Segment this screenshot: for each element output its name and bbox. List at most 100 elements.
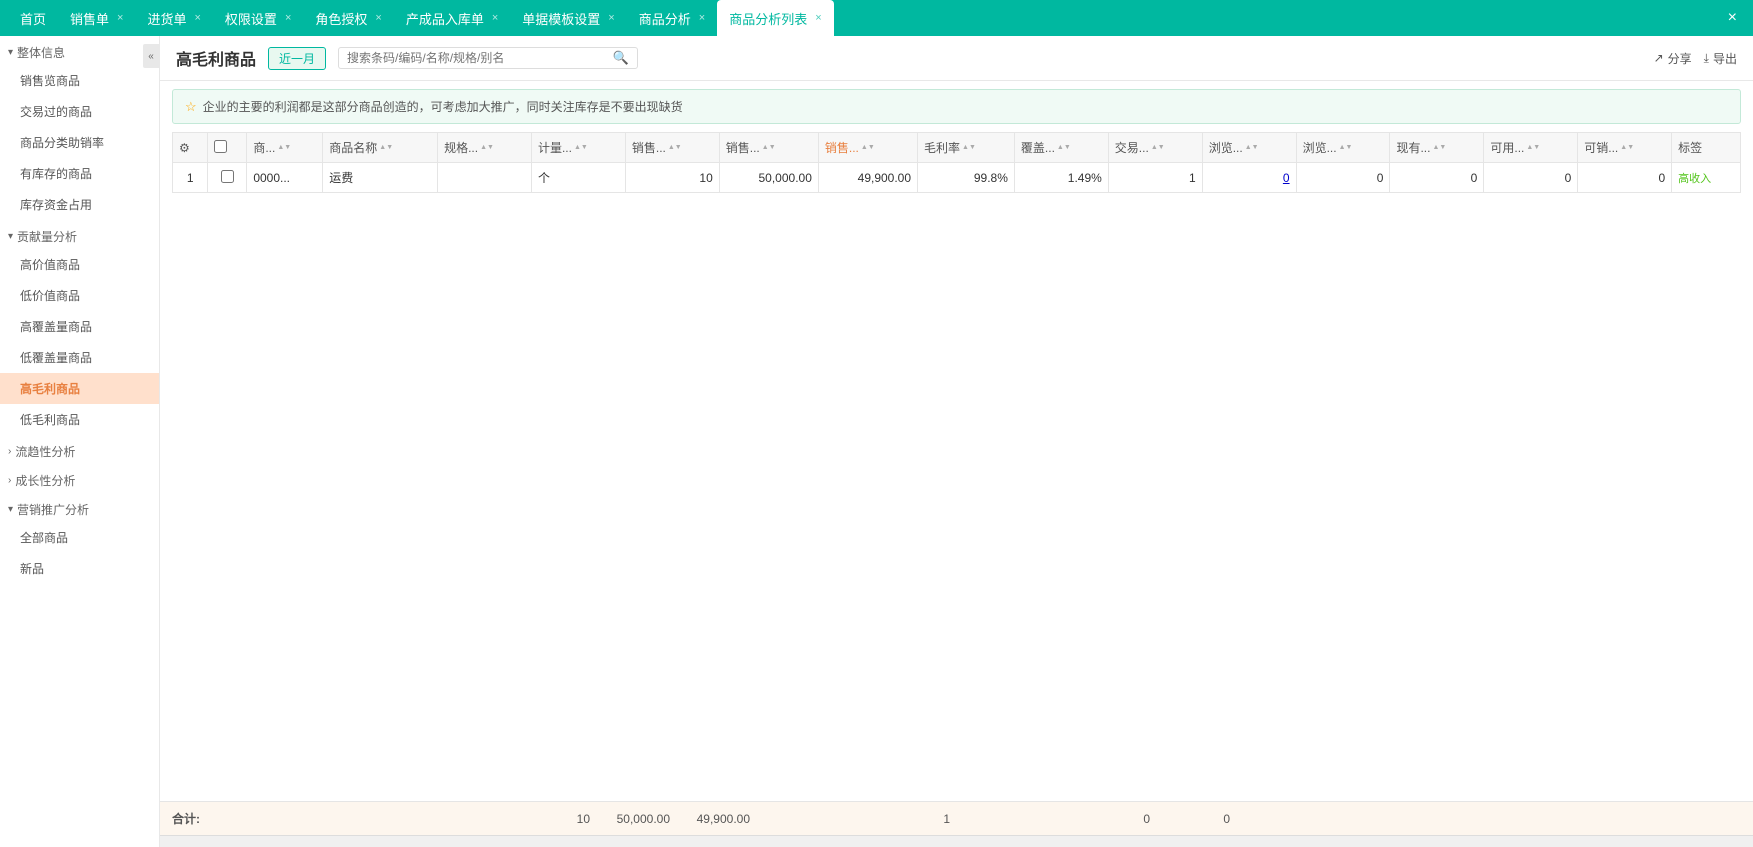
sidebar-item-sales-overview[interactable]: 销售览商品 [0, 65, 159, 96]
sidebar-group-trend[interactable]: › 流趋性分析 [0, 435, 159, 464]
sidebar-collapse-button[interactable]: « [143, 44, 159, 68]
nav-product-inbound[interactable]: 产成品入库单 × [394, 0, 510, 36]
sidebar-item-low-value[interactable]: 低价值商品 [0, 280, 159, 311]
cell-browse2: 0 [1296, 163, 1390, 193]
page-title: 高毛利商品 [176, 46, 256, 70]
close-product-analysis-list[interactable]: × [815, 12, 821, 24]
export-icon: ⤓ [1704, 51, 1709, 66]
footer-sales-cost: 49,900.00 [680, 812, 760, 826]
sidebar-item-high-margin[interactable]: 高毛利商品 [0, 373, 159, 404]
footer-browse1 [960, 812, 1020, 826]
group-arrow-trend: › [8, 446, 11, 457]
nav-product-analysis-list[interactable]: 商品分析列表 × [717, 0, 833, 36]
col-sales-qty[interactable]: 销售...▲▼ [625, 133, 719, 163]
search-box: 🔍 [338, 47, 638, 69]
footer-gross-margin [760, 812, 820, 826]
cell-code: 0000... [247, 163, 323, 193]
cell-sales-cost: 49,900.00 [818, 163, 917, 193]
sidebar-group-marketing[interactable]: ▾ 营销推广分析 [0, 493, 159, 522]
sidebar-item-low-coverage[interactable]: 低覆盖量商品 [0, 342, 159, 373]
col-spec[interactable]: 规格...▲▼ [438, 133, 532, 163]
cell-browse1[interactable]: 0 [1202, 163, 1296, 193]
col-transaction[interactable]: 交易...▲▼ [1108, 133, 1202, 163]
search-input[interactable] [347, 51, 609, 65]
sidebar-group-growth[interactable]: › 成长性分析 [0, 464, 159, 493]
nav-home[interactable]: 首页 [8, 0, 58, 36]
col-sales-amount[interactable]: 销售...▲▼ [719, 133, 818, 163]
cell-no: 1 [173, 163, 208, 193]
footer-transaction: 1 [880, 812, 960, 826]
col-tag[interactable]: 标签 [1672, 133, 1741, 163]
col-available[interactable]: 可用...▲▼ [1484, 133, 1578, 163]
sidebar-item-low-margin[interactable]: 低毛利商品 [0, 404, 159, 435]
horizontal-scrollbar[interactable] [160, 835, 1753, 847]
nav-sales-order[interactable]: 销售单 × [58, 0, 135, 36]
close-sales-order[interactable]: × [117, 12, 123, 24]
cell-sales-qty: 10 [625, 163, 719, 193]
cell-checkbox[interactable] [208, 163, 247, 193]
nav-right-area: × [1720, 9, 1745, 27]
col-gross-margin[interactable]: 毛利率▲▼ [918, 133, 1015, 163]
info-icon: ☆ [185, 99, 197, 115]
filter-recent-month-button[interactable]: 近一月 [268, 47, 326, 70]
cell-coverage: 1.49% [1014, 163, 1108, 193]
sidebar-item-traded-goods[interactable]: 交易过的商品 [0, 96, 159, 127]
footer-sales-qty [220, 812, 520, 826]
row-checkbox[interactable] [221, 170, 234, 183]
col-browse1[interactable]: 浏览...▲▼ [1202, 133, 1296, 163]
select-all-checkbox[interactable] [214, 140, 227, 153]
data-table: ⚙ 商...▲▼ 商品名称▲▼ 规格...▲▼ 计量...▲▼ 销售...▲▼ … [172, 132, 1741, 193]
info-bar: ☆ 企业的主要的利润都是这部分商品创造的，可考虑加大推广，同时关注库存是不要出现… [172, 89, 1741, 124]
table-footer: 合计: 10 50,000.00 49,900.00 1 0 0 [160, 801, 1753, 835]
nav-roles[interactable]: 角色授权 × [303, 0, 393, 36]
col-coverage[interactable]: 覆盖...▲▼ [1014, 133, 1108, 163]
content-header: 高毛利商品 近一月 🔍 ↗ 分享 ⤓ 导出 [160, 36, 1753, 81]
share-button[interactable]: ↗ 分享 [1654, 50, 1692, 67]
nav-permissions[interactable]: 权限设置 × [213, 0, 303, 36]
export-button[interactable]: ⤓ 导出 [1704, 50, 1737, 67]
footer-sales-qty-value: 10 [520, 812, 600, 826]
cell-gross-margin: 99.8% [918, 163, 1015, 193]
footer-available: 0 [1160, 812, 1240, 826]
header-right: ↗ 分享 ⤓ 导出 [1654, 50, 1737, 67]
sidebar-item-high-coverage[interactable]: 高覆盖量商品 [0, 311, 159, 342]
col-checkbox[interactable] [208, 133, 247, 163]
col-browse2[interactable]: 浏览...▲▼ [1296, 133, 1390, 163]
search-icon[interactable]: 🔍 [613, 50, 629, 66]
sidebar-group-contribution[interactable]: ▾ 贡献量分析 [0, 220, 159, 249]
sidebar-item-category-rate[interactable]: 商品分类助销率 [0, 127, 159, 158]
close-product-inbound[interactable]: × [492, 12, 498, 24]
nav-purchase-order[interactable]: 进货单 × [135, 0, 212, 36]
close-roles[interactable]: × [375, 12, 381, 24]
sidebar-group-overall[interactable]: ▾ 整体信息 [0, 36, 159, 65]
group-arrow-growth: › [8, 475, 11, 486]
col-saleable[interactable]: 可销...▲▼ [1578, 133, 1672, 163]
close-purchase-order[interactable]: × [194, 12, 200, 24]
close-permissions[interactable]: × [285, 12, 291, 24]
top-navigation: 首页 销售单 × 进货单 × 权限设置 × 角色授权 × 产成品入库单 × 单据… [0, 0, 1753, 36]
col-name[interactable]: 商品名称▲▼ [323, 133, 438, 163]
cell-tag: 高收入 [1672, 163, 1741, 193]
sidebar-item-stock-capital[interactable]: 库存资金占用 [0, 189, 159, 220]
close-template-settings[interactable]: × [608, 12, 614, 24]
col-unit[interactable]: 计量...▲▼ [531, 133, 625, 163]
share-icon: ↗ [1654, 51, 1664, 65]
sidebar-item-in-stock[interactable]: 有库存的商品 [0, 158, 159, 189]
nav-product-analysis[interactable]: 商品分析 × [627, 0, 717, 36]
nav-template-settings[interactable]: 单据模板设置 × [510, 0, 626, 36]
footer-current: 0 [1080, 812, 1160, 826]
close-all-button[interactable]: × [1720, 9, 1745, 26]
cell-unit: 个 [531, 163, 625, 193]
sidebar-item-high-value[interactable]: 高价值商品 [0, 249, 159, 280]
col-current[interactable]: 现有...▲▼ [1390, 133, 1484, 163]
table-header-row: ⚙ 商...▲▼ 商品名称▲▼ 规格...▲▼ 计量...▲▼ 销售...▲▼ … [173, 133, 1741, 163]
col-code[interactable]: 商...▲▼ [247, 133, 323, 163]
table-container[interactable]: ⚙ 商...▲▼ 商品名称▲▼ 规格...▲▼ 计量...▲▼ 销售...▲▼ … [160, 132, 1753, 801]
cell-spec [438, 163, 532, 193]
close-product-analysis[interactable]: × [699, 12, 705, 24]
col-settings[interactable]: ⚙ [173, 133, 208, 163]
sidebar-item-new-goods[interactable]: 新品 [0, 553, 159, 584]
sidebar-item-all-goods[interactable]: 全部商品 [0, 522, 159, 553]
footer-label: 合计: [172, 810, 200, 827]
col-sales-cost[interactable]: 销售...▲▼ [818, 133, 917, 163]
